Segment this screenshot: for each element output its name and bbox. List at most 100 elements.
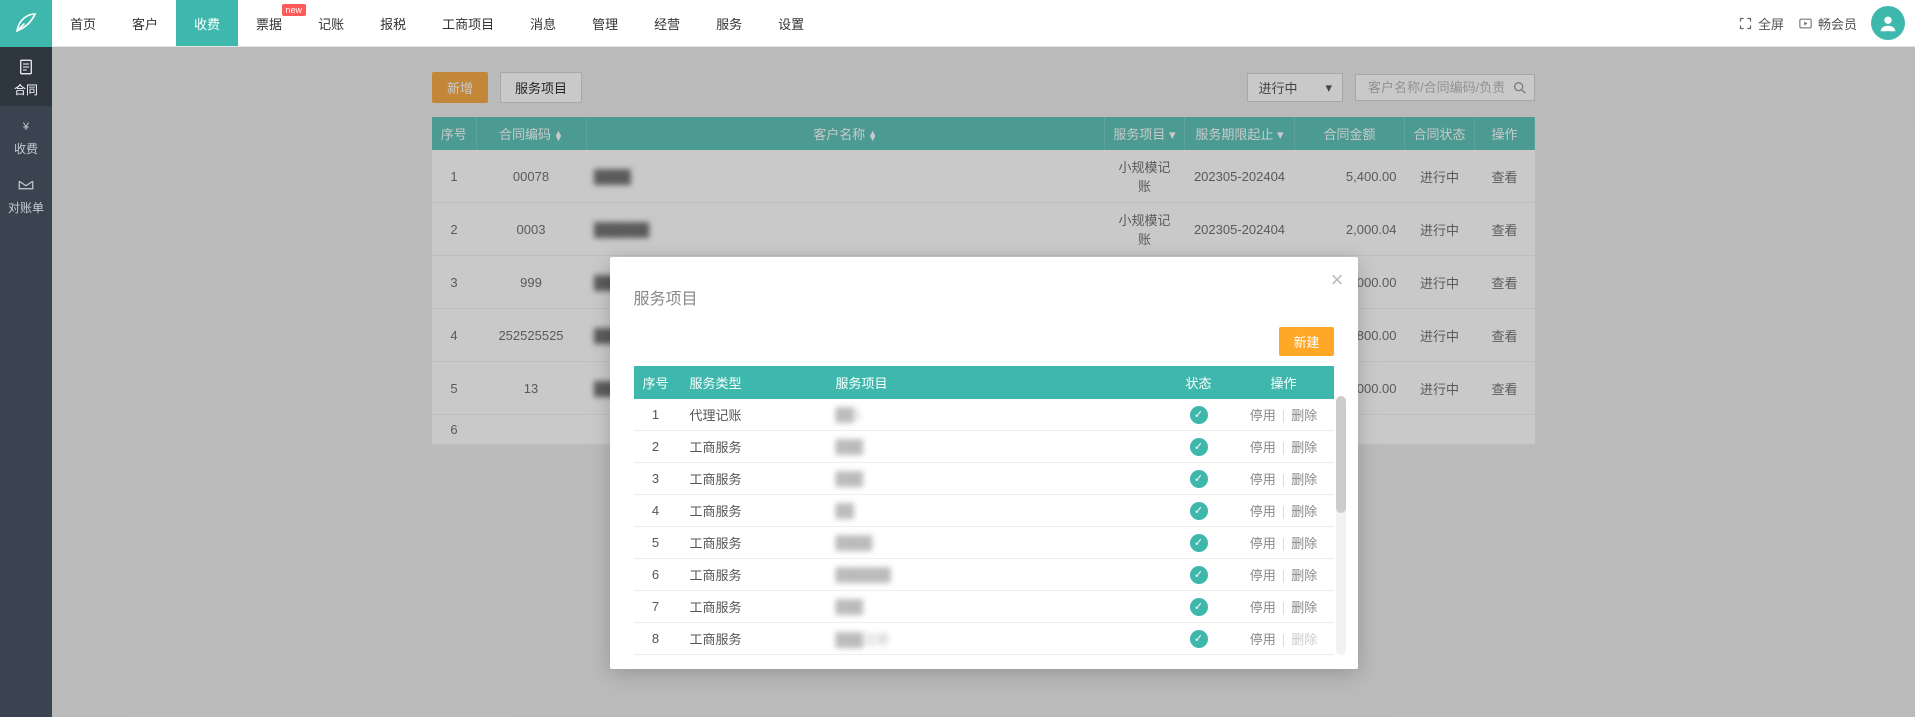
mcell-item: ███	[828, 463, 1164, 495]
fullscreen-label: 全屏	[1758, 14, 1784, 33]
delete-link[interactable]: 删除	[1291, 568, 1317, 583]
mcell-status: ✓	[1164, 431, 1234, 463]
mcell-ops: 停用|删除	[1234, 495, 1334, 527]
scrollbar-thumb[interactable]	[1336, 396, 1346, 513]
mcell-ops: 停用|删除	[1234, 431, 1334, 463]
nav-item-管理[interactable]: 管理	[574, 0, 636, 46]
delete-link[interactable]: 删除	[1291, 408, 1317, 423]
disable-link[interactable]: 停用	[1250, 408, 1276, 423]
mcell-ops: 停用|删除	[1234, 591, 1334, 623]
nav-item-消息[interactable]: 消息	[512, 0, 574, 46]
logo[interactable]	[0, 0, 52, 47]
sidebar-item-fee[interactable]: ¥收费	[0, 106, 52, 165]
list-item: 5工商服务████✓停用|删除	[634, 527, 1334, 559]
scrollbar[interactable]	[1336, 396, 1346, 655]
modal-overlay: × 服务项目 新建 序号 服务类型 服务项目 状态 操作	[52, 47, 1915, 717]
disable-link[interactable]: 停用	[1250, 632, 1276, 647]
modal-title: 服务项目	[610, 257, 1358, 327]
nav-item-设置[interactable]: 设置	[760, 0, 822, 46]
nav-item-工商项目[interactable]: 工商项目	[424, 0, 512, 46]
mcell-ops: 停用|删除	[1234, 527, 1334, 559]
fullscreen-button[interactable]: 全屏	[1738, 14, 1784, 33]
nav-item-票据[interactable]: 票据new	[238, 0, 300, 46]
mcell-item: ██1	[828, 399, 1164, 431]
nav-item-首页[interactable]: 首页	[52, 0, 114, 46]
delete-link[interactable]: 删除	[1291, 504, 1317, 519]
delete-link[interactable]: 删除	[1291, 600, 1317, 615]
mcell-status: ✓	[1164, 623, 1234, 655]
mcell-type: 工商服务	[678, 591, 828, 623]
disable-link[interactable]: 停用	[1250, 440, 1276, 455]
check-icon: ✓	[1190, 630, 1208, 648]
mcell-item: ██████	[828, 559, 1164, 591]
mcell-ops: 停用|删除	[1234, 399, 1334, 431]
delete-link[interactable]: 删除	[1291, 536, 1317, 551]
list-item: 1代理记账██1✓停用|删除	[634, 399, 1334, 431]
nav-item-报税[interactable]: 报税	[362, 0, 424, 46]
delete-link[interactable]: 删除	[1291, 472, 1317, 487]
delete-link[interactable]: 删除	[1291, 440, 1317, 455]
nav-item-记账[interactable]: 记账	[300, 0, 362, 46]
close-icon[interactable]: ×	[1331, 267, 1344, 293]
avatar[interactable]	[1871, 6, 1905, 40]
list-item: 6工商服务██████✓停用|删除	[634, 559, 1334, 591]
modal-toolbar: 新建	[610, 327, 1358, 366]
fee-icon: ¥	[16, 116, 36, 136]
mcell-idx: 8	[634, 623, 678, 655]
top-nav: 首页客户收费票据new记账报税工商项目消息管理经营服务设置 全屏 畅会员	[0, 0, 1915, 47]
statement-icon	[16, 175, 36, 195]
check-icon: ✓	[1190, 470, 1208, 488]
sidebar-item-contract[interactable]: 合同	[0, 47, 52, 106]
mcell-item: ████	[828, 527, 1164, 559]
mcell-status: ✓	[1164, 495, 1234, 527]
mcell-idx: 4	[634, 495, 678, 527]
member-label: 畅会员	[1818, 14, 1857, 33]
user-icon	[1877, 12, 1899, 34]
play-icon	[1798, 16, 1813, 31]
disable-link[interactable]: 停用	[1250, 472, 1276, 487]
mcell-status: ✓	[1164, 527, 1234, 559]
check-icon: ✓	[1190, 598, 1208, 616]
nav-item-服务[interactable]: 服务	[698, 0, 760, 46]
member-button[interactable]: 畅会员	[1798, 14, 1857, 33]
disable-link[interactable]: 停用	[1250, 568, 1276, 583]
mcell-idx: 6	[634, 559, 678, 591]
mcell-idx: 7	[634, 591, 678, 623]
mth-idx: 序号	[634, 366, 678, 399]
nav-item-经营[interactable]: 经营	[636, 0, 698, 46]
nav-item-收费[interactable]: 收费	[176, 0, 238, 46]
mcell-item: ██	[828, 495, 1164, 527]
mcell-idx: 5	[634, 527, 678, 559]
nav-items: 首页客户收费票据new记账报税工商项目消息管理经营服务设置	[52, 0, 822, 46]
disable-link[interactable]: 停用	[1250, 536, 1276, 551]
mcell-idx: 2	[634, 431, 678, 463]
main-area: 新增 服务项目 进行中 ▾ 序号 合同编码▲▼ 客户名称▲▼	[52, 47, 1915, 717]
mcell-type: 工商服务	[678, 527, 828, 559]
mcell-type: 工商服务	[678, 559, 828, 591]
sidebar-item-statement[interactable]: 对账单	[0, 165, 52, 224]
disable-link[interactable]: 停用	[1250, 600, 1276, 615]
mcell-item: ███注册	[828, 623, 1164, 655]
sidebar: 合同 ¥收费对账单	[0, 47, 52, 717]
svg-text:¥: ¥	[22, 121, 30, 133]
check-icon: ✓	[1190, 406, 1208, 424]
new-button[interactable]: 新建	[1279, 327, 1333, 356]
disable-link[interactable]: 停用	[1250, 504, 1276, 519]
topnav-right: 全屏 畅会员	[1738, 6, 1915, 40]
mcell-ops: 停用|删除	[1234, 623, 1334, 655]
nav-item-客户[interactable]: 客户	[114, 0, 176, 46]
sidebar-item-label: 合同	[14, 81, 38, 98]
mcell-status: ✓	[1164, 463, 1234, 495]
feather-icon	[14, 11, 38, 35]
mcell-type: 代理记账	[678, 399, 828, 431]
list-item: 8工商服务███注册✓停用|删除	[634, 623, 1334, 655]
list-item: 2工商服务███✓停用|删除	[634, 431, 1334, 463]
sidebar-item-label: 对账单	[8, 199, 44, 216]
check-icon: ✓	[1190, 502, 1208, 520]
delete-link[interactable]: 删除	[1291, 632, 1317, 647]
mcell-status: ✓	[1164, 559, 1234, 591]
mth-item: 服务项目	[828, 366, 1164, 399]
fullscreen-icon	[1738, 16, 1753, 31]
list-item: 3工商服务███✓停用|删除	[634, 463, 1334, 495]
service-modal: × 服务项目 新建 序号 服务类型 服务项目 状态 操作	[610, 257, 1358, 669]
